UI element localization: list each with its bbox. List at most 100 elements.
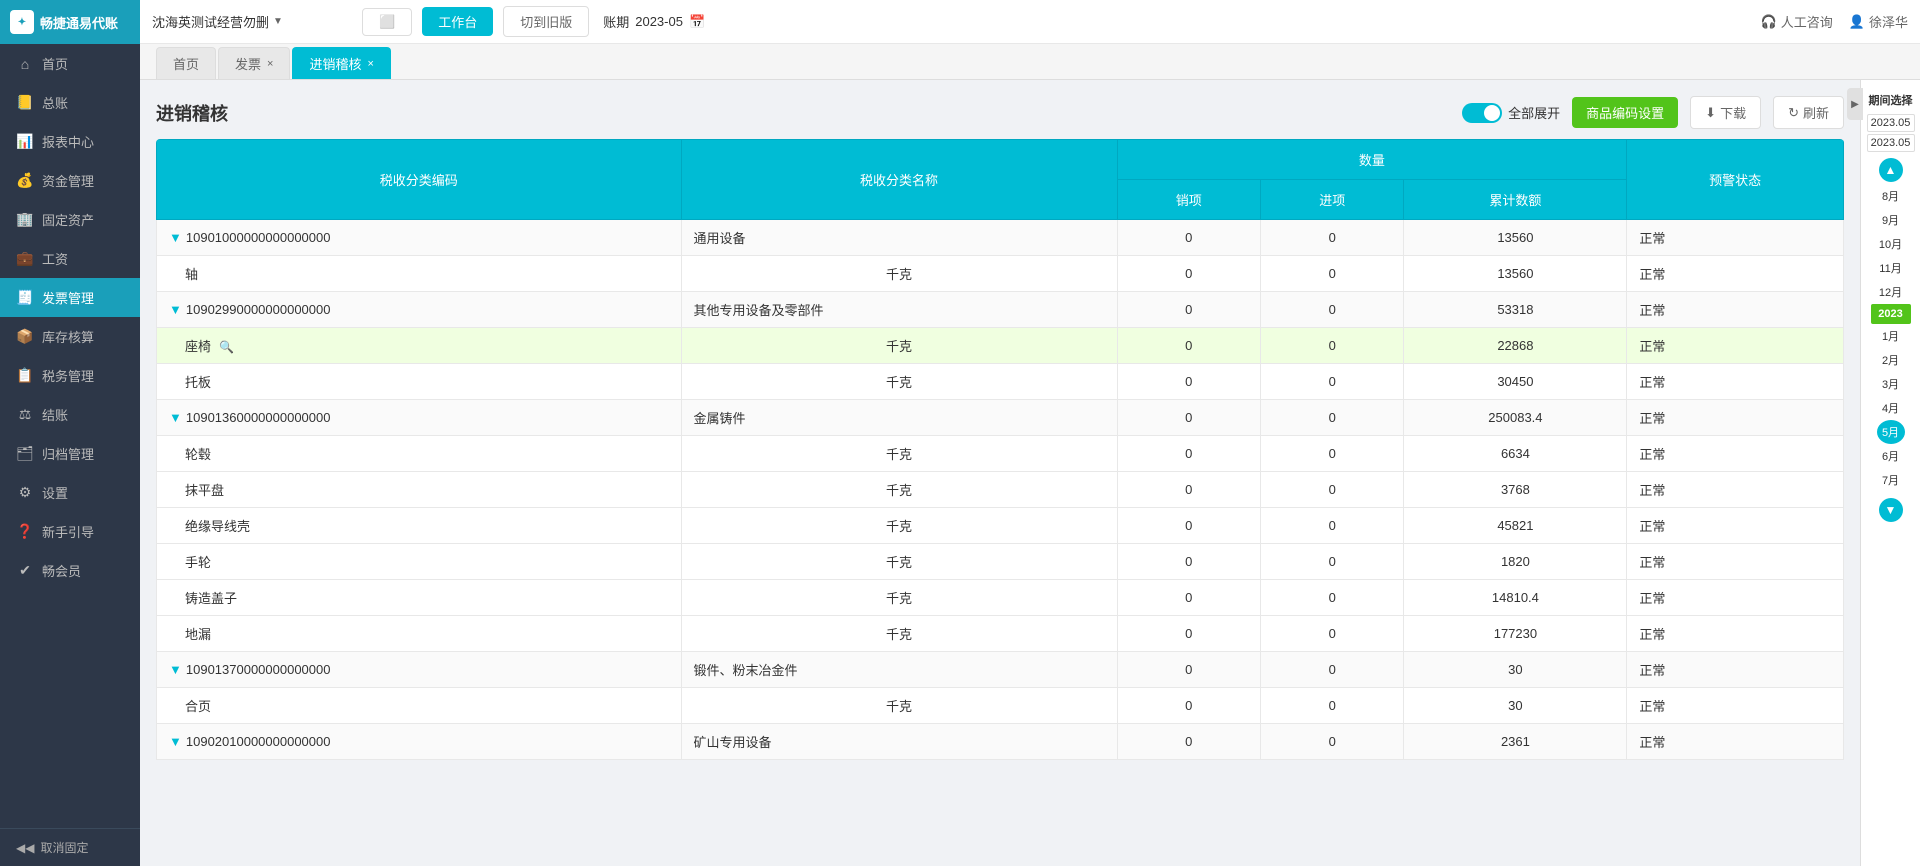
headset-icon: 🎧 bbox=[1761, 14, 1777, 30]
sidebar-item-settings[interactable]: ⚙ 设置 bbox=[0, 473, 140, 512]
sidebar-item-label: 资金管理 bbox=[42, 171, 94, 190]
child-name-cell: 地漏 bbox=[157, 616, 682, 652]
sidebar-unpin-button[interactable]: ◀◀ 取消固定 bbox=[0, 828, 140, 866]
child-name-cell: 轴 bbox=[157, 256, 682, 292]
month-item-3月[interactable]: 3月 bbox=[1867, 372, 1915, 396]
panel-collapse-toggle[interactable]: ▶ bbox=[1847, 88, 1863, 120]
page-title: 进销稽核 bbox=[156, 100, 228, 126]
sidebar-item-salary[interactable]: 💼 工资 bbox=[0, 239, 140, 278]
panel-up-arrow[interactable]: ▲ bbox=[1879, 158, 1903, 182]
sidebar-item-inventory[interactable]: 📦 库存核算 bbox=[0, 317, 140, 356]
purchase-cell: 0 bbox=[1261, 364, 1404, 400]
sidebar-item-label: 发票管理 bbox=[42, 288, 94, 307]
search-icon[interactable]: 🔍 bbox=[219, 340, 234, 354]
download-icon: ⬇ bbox=[1705, 105, 1716, 121]
total-cell: 30 bbox=[1404, 688, 1627, 724]
salary-icon: 💼 bbox=[16, 250, 34, 267]
tax-name-cell: 矿山专用设备 bbox=[681, 724, 1117, 760]
tab-invoice[interactable]: 发票 × bbox=[218, 47, 290, 79]
status-cell: 正常 bbox=[1627, 508, 1844, 544]
topbar: 沈海英测试经营勿删 ▼ ⬜ 工作台 切到旧版 账期 2023-05 📅 🎧 人工… bbox=[140, 0, 1920, 44]
tab-home[interactable]: 首页 bbox=[156, 47, 216, 79]
expand-toggle[interactable] bbox=[1462, 103, 1502, 123]
col-purchase: 进项 bbox=[1261, 180, 1404, 220]
sidebar-item-assets[interactable]: 🏢 固定资产 bbox=[0, 200, 140, 239]
switch-version-button[interactable]: 切到旧版 bbox=[503, 6, 589, 37]
unpin-icon: ◀◀ bbox=[16, 841, 34, 855]
panel-year-row1[interactable]: 2023.05 bbox=[1867, 114, 1915, 132]
calendar-icon[interactable]: 📅 bbox=[689, 14, 705, 30]
total-cell: 30450 bbox=[1404, 364, 1627, 400]
month-item-7月[interactable]: 7月 bbox=[1867, 468, 1915, 492]
sale-cell: 0 bbox=[1117, 256, 1260, 292]
month-item-2月[interactable]: 2月 bbox=[1867, 348, 1915, 372]
purchase-cell: 0 bbox=[1261, 256, 1404, 292]
data-table-wrap: 税收分类编码 税收分类名称 数量 预警状态 销项 进项 累计数额 ▼1090 bbox=[156, 139, 1844, 850]
sidebar-item-home[interactable]: ⌂ 首页 bbox=[0, 44, 140, 83]
month-item-4月[interactable]: 4月 bbox=[1867, 396, 1915, 420]
total-cell: 2361 bbox=[1404, 724, 1627, 760]
month-item-1月[interactable]: 1月 bbox=[1867, 324, 1915, 348]
data-table: 税收分类编码 税收分类名称 数量 预警状态 销项 进项 累计数额 ▼1090 bbox=[156, 139, 1844, 760]
sidebar-item-invoice[interactable]: 🧾 发票管理 bbox=[0, 278, 140, 317]
settlement-icon: ⚖ bbox=[16, 406, 34, 423]
save-draft-button[interactable]: ⬜ bbox=[362, 8, 412, 36]
sidebar-item-tax[interactable]: 📋 税务管理 bbox=[0, 356, 140, 395]
col-sale: 销项 bbox=[1117, 180, 1260, 220]
sidebar-item-label: 归档管理 bbox=[42, 444, 94, 463]
sidebar-item-label: 工资 bbox=[42, 249, 68, 268]
status-cell: 正常 bbox=[1627, 580, 1844, 616]
panel-down-arrow[interactable]: ▼ bbox=[1879, 498, 1903, 522]
tax-name-cell: 通用设备 bbox=[681, 220, 1117, 256]
child-name-cell: 轮毂 bbox=[157, 436, 682, 472]
sidebar-item-archive[interactable]: 🗂 归档管理 bbox=[0, 434, 140, 473]
tab-reconcile-close[interactable]: × bbox=[367, 58, 373, 70]
total-cell: 53318 bbox=[1404, 292, 1627, 328]
purchase-cell: 0 bbox=[1261, 472, 1404, 508]
tab-invoice-label: 发票 bbox=[235, 54, 261, 73]
sidebar-item-guide[interactable]: ❓ 新手引导 bbox=[0, 512, 140, 551]
invoice-icon: 🧾 bbox=[16, 289, 34, 306]
logo-icon: ✦ bbox=[10, 10, 34, 34]
tax-code-cell: ▼10902010000000000000 bbox=[157, 724, 682, 760]
user-avatar[interactable]: 👤 徐泽华 bbox=[1849, 12, 1908, 31]
month-item-11月[interactable]: 11月 bbox=[1867, 256, 1915, 280]
main-area: 沈海英测试经营勿删 ▼ ⬜ 工作台 切到旧版 账期 2023-05 📅 🎧 人工… bbox=[140, 0, 1920, 866]
company-selector[interactable]: 沈海英测试经营勿删 ▼ bbox=[152, 12, 352, 31]
commodity-setting-button[interactable]: 商品编码设置 bbox=[1572, 97, 1678, 128]
content-area: 进销稽核 全部展开 商品编码设置 ⬇ 下载 ↻ 刷新 bbox=[140, 80, 1920, 866]
month-item-8月[interactable]: 8月 bbox=[1867, 184, 1915, 208]
month-item-5月[interactable]: 5月 bbox=[1877, 420, 1905, 444]
tab-invoice-close[interactable]: × bbox=[267, 58, 273, 70]
child-name-cell: 托板 bbox=[157, 364, 682, 400]
ledger-icon: 📒 bbox=[16, 94, 34, 111]
sale-cell: 0 bbox=[1117, 616, 1260, 652]
refresh-button[interactable]: ↻ 刷新 bbox=[1773, 96, 1844, 129]
status-cell: 正常 bbox=[1627, 616, 1844, 652]
topbar-right: 🎧 人工咨询 👤 徐泽华 bbox=[1761, 12, 1908, 31]
month-item-6月[interactable]: 6月 bbox=[1867, 444, 1915, 468]
total-cell: 177230 bbox=[1404, 616, 1627, 652]
tabbar: 首页 发票 × 进销稽核 × bbox=[140, 44, 1920, 80]
panel-year-row2[interactable]: 2023.05 bbox=[1867, 134, 1915, 152]
sidebar-item-label: 税务管理 bbox=[42, 366, 94, 385]
month-item-12月[interactable]: 12月 bbox=[1867, 280, 1915, 304]
expand-toggle-label: 全部展开 bbox=[1508, 103, 1560, 122]
workbench-button[interactable]: 工作台 bbox=[422, 7, 493, 36]
status-cell: 正常 bbox=[1627, 292, 1844, 328]
sale-cell: 0 bbox=[1117, 580, 1260, 616]
sidebar-item-label: 结账 bbox=[42, 405, 68, 424]
sidebar-item-settlement[interactable]: ⚖ 结账 bbox=[0, 395, 140, 434]
month-item-9月[interactable]: 9月 bbox=[1867, 208, 1915, 232]
sidebar-item-member[interactable]: ✔ 畅会员 bbox=[0, 551, 140, 590]
service-button[interactable]: 🎧 人工咨询 bbox=[1761, 12, 1833, 31]
tab-reconcile[interactable]: 进销稽核 × bbox=[292, 47, 390, 79]
sidebar-item-report[interactable]: 📊 报表中心 bbox=[0, 122, 140, 161]
total-cell: 13560 bbox=[1404, 256, 1627, 292]
unpin-label: 取消固定 bbox=[40, 839, 88, 856]
sidebar-item-capital[interactable]: 💰 资金管理 bbox=[0, 161, 140, 200]
purchase-cell: 0 bbox=[1261, 508, 1404, 544]
month-item-10月[interactable]: 10月 bbox=[1867, 232, 1915, 256]
sidebar-item-ledger[interactable]: 📒 总账 bbox=[0, 83, 140, 122]
download-button[interactable]: ⬇ 下载 bbox=[1690, 96, 1761, 129]
